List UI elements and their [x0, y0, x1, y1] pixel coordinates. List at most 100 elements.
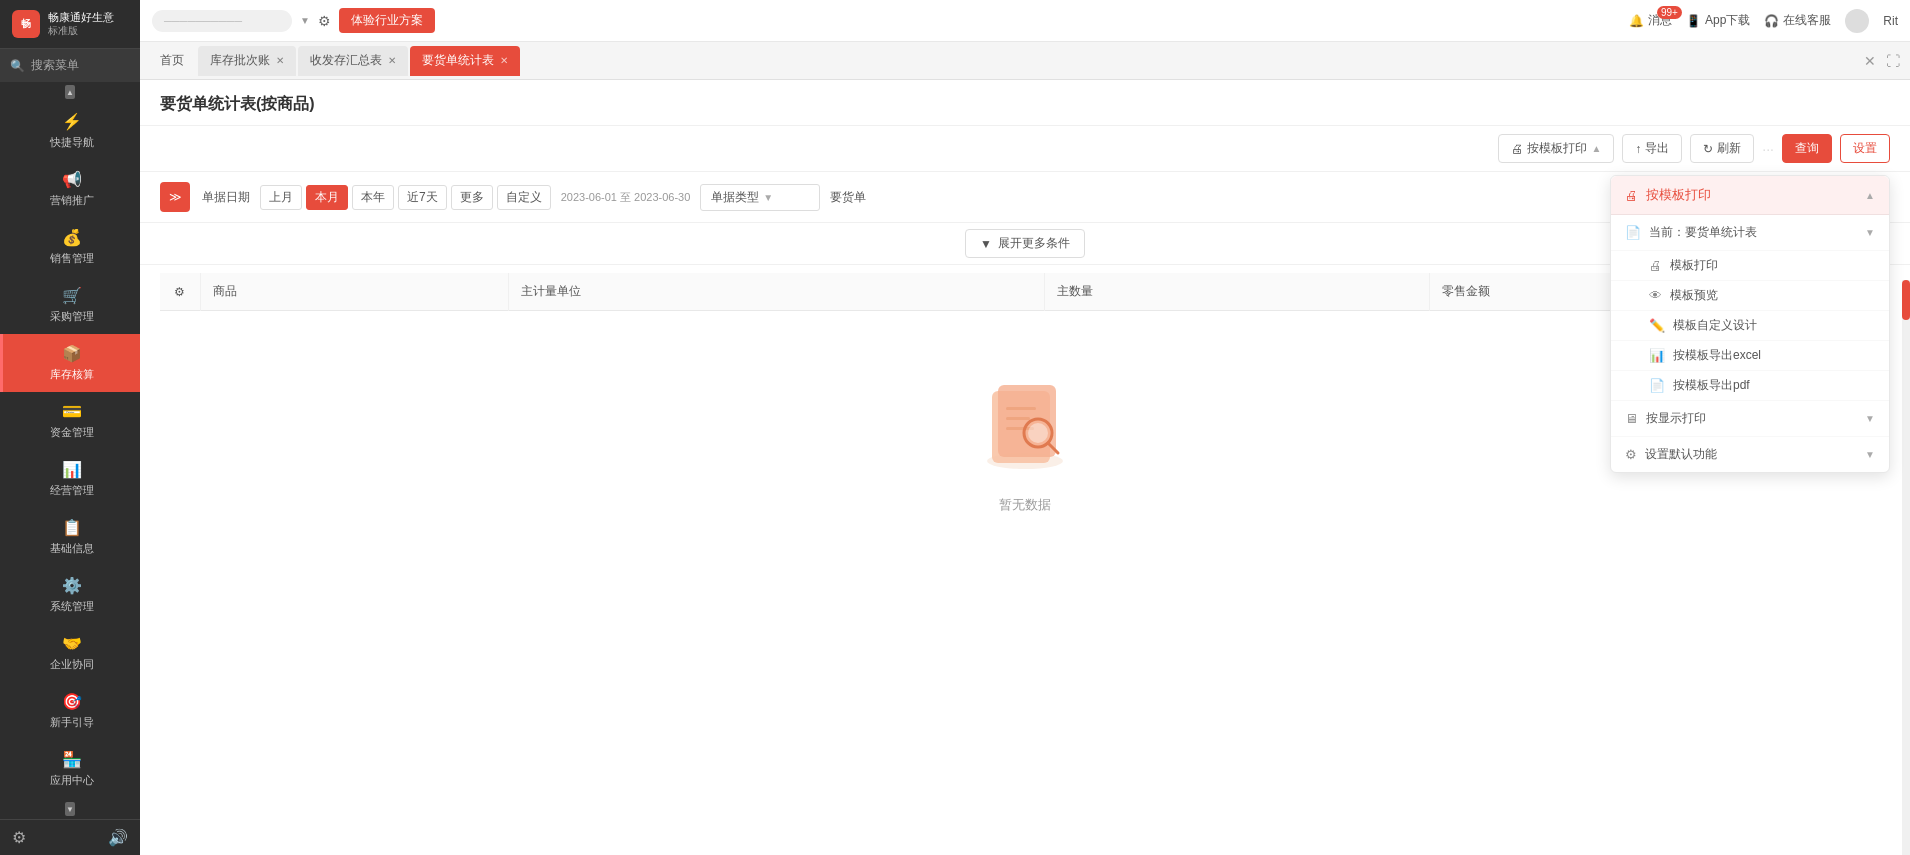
dropdown-template-custom[interactable]: ✏️ 模板自定义设计 — [1611, 311, 1889, 341]
basic-icon: 📋 — [62, 518, 82, 537]
close-window-icon[interactable]: ✕ — [1862, 51, 1878, 71]
collection-summary-close[interactable]: ✕ — [388, 55, 396, 66]
refresh-button[interactable]: ↻ 刷新 — [1690, 134, 1754, 163]
main-area: ────────── ▼ ⚙ 体验行业方案 🔔 消息 99+ 📱 App下载 🎧… — [140, 0, 1910, 855]
date-range-display: 2023-06-01 至 2023-06-30 — [561, 190, 691, 205]
right-scrollbar[interactable] — [1902, 280, 1910, 855]
sidebar-item-purchase[interactable]: 🛒 采购管理 — [0, 276, 140, 334]
app-download-button[interactable]: 📱 App下载 — [1686, 12, 1750, 29]
display-print-item[interactable]: 🖥 按显示打印 ▼ — [1611, 401, 1889, 437]
inventory-batch-label: 库存批次账 — [210, 52, 270, 69]
sidebar-item-system[interactable]: ⚙️ 系统管理 — [0, 566, 140, 624]
trial-button[interactable]: 体验行业方案 — [339, 8, 435, 33]
template-custom-label: 模板自定义设计 — [1673, 317, 1757, 334]
collab-icon: 🤝 — [62, 634, 82, 653]
sidebar-item-guide[interactable]: 🎯 新手引导 — [0, 682, 140, 740]
sidebar-scroll-down[interactable]: ▼ — [65, 802, 75, 816]
display-print-arrow: ▼ — [1865, 413, 1875, 424]
type-filter-select[interactable]: 单据类型 ▼ — [700, 184, 820, 211]
filter-toggle-icon[interactable]: ≫ — [160, 182, 190, 212]
sidebar-item-label: 销售管理 — [50, 251, 94, 266]
sidebar-scroll-up[interactable]: ▲ — [65, 85, 75, 99]
sidebar-item-finance[interactable]: 💳 资金管理 — [0, 392, 140, 450]
sidebar-item-label: 快捷导航 — [50, 135, 94, 150]
sidebar-item-marketing[interactable]: 📢 营销推广 — [0, 160, 140, 218]
date-btn-more[interactable]: 更多 — [451, 185, 493, 210]
topbar-dropdown-chevron[interactable]: ▼ — [300, 15, 310, 26]
sidebar-item-label: 采购管理 — [50, 309, 94, 324]
tab-order-summary[interactable]: 要货单统计表 ✕ — [410, 46, 520, 76]
query-button[interactable]: 查询 — [1782, 134, 1832, 163]
refresh-label: 刷新 — [1717, 140, 1741, 157]
topbar-search-box: ────────── — [152, 10, 292, 32]
tab-home[interactable]: 首页 — [148, 46, 196, 76]
settings-footer-icon[interactable]: ⚙ — [12, 828, 26, 847]
tab-collection-summary[interactable]: 收发存汇总表 ✕ — [298, 46, 408, 76]
dropdown-template-print[interactable]: 🖨 模板打印 — [1611, 251, 1889, 281]
date-btn-last-month[interactable]: 上月 — [260, 185, 302, 210]
current-template-left: 📄 当前：要货单统计表 — [1625, 224, 1757, 241]
current-template-icon: 📄 — [1625, 225, 1641, 240]
dropdown-header-right: ▲ — [1865, 190, 1875, 201]
settings-label: 设置 — [1853, 140, 1877, 157]
user-avatar[interactable] — [1845, 9, 1869, 33]
col-settings[interactable]: ⚙ — [160, 273, 200, 311]
date-btn-this-month[interactable]: 本月 — [306, 185, 348, 210]
scrollbar-thumb[interactable] — [1902, 280, 1910, 320]
date-btn-custom[interactable]: 自定义 — [497, 185, 551, 210]
sidebar-item-quick-nav[interactable]: ⚡ 快捷导航 — [0, 102, 140, 160]
maximize-window-icon[interactable]: ⛶ — [1884, 51, 1902, 71]
sound-footer-icon[interactable]: 🔊 — [108, 828, 128, 847]
sidebar: 畅 畅康通好生意 标准版 🔍 搜索菜单 ▲ ⚡ 快捷导航 📢 营销推广 💰 销售… — [0, 0, 140, 855]
display-print-label: 按显示打印 — [1646, 410, 1706, 427]
dropdown-chevron-icon[interactable]: ▲ — [1865, 190, 1875, 201]
sidebar-item-label: 营销推广 — [50, 193, 94, 208]
current-template-label: 当前：要货单统计表 — [1649, 224, 1757, 241]
page-title: 要货单统计表(按商品) — [160, 95, 315, 112]
inventory-batch-close[interactable]: ✕ — [276, 55, 284, 66]
print-button[interactable]: 🖨 按模板打印 ▲ — [1498, 134, 1614, 163]
dropdown-template-pdf[interactable]: 📄 按模板导出pdf — [1611, 371, 1889, 401]
messages-button[interactable]: 🔔 消息 99+ — [1629, 12, 1672, 29]
export-button[interactable]: ↑ 导出 — [1622, 134, 1682, 163]
page-toolbar: 🖨 按模板打印 ▲ ↑ 导出 ↻ 刷新 ··· 查询 设置 — [140, 126, 1910, 172]
inventory-icon: 📦 — [62, 344, 82, 363]
marketing-icon: 📢 — [62, 170, 82, 189]
template-print-label: 模板打印 — [1670, 257, 1718, 274]
sidebar-item-inventory[interactable]: 📦 库存核算 — [0, 334, 140, 392]
set-default-arrow: ▼ — [1865, 449, 1875, 460]
sidebar-item-collab[interactable]: 🤝 企业协同 — [0, 624, 140, 682]
set-default-icon: ⚙ — [1625, 447, 1637, 462]
expand-more-label: 展开更多条件 — [998, 235, 1070, 252]
set-default-item[interactable]: ⚙ 设置默认功能 ▼ — [1611, 437, 1889, 472]
sidebar-search[interactable]: 🔍 搜索菜单 — [0, 49, 140, 82]
settings-button[interactable]: 设置 — [1840, 134, 1890, 163]
dropdown-template-excel[interactable]: 📊 按模板导出excel — [1611, 341, 1889, 371]
tab-inventory-batch[interactable]: 库存批次账 ✕ — [198, 46, 296, 76]
sidebar-item-sales[interactable]: 💰 销售管理 — [0, 218, 140, 276]
date-btn-7days[interactable]: 近7天 — [398, 185, 447, 210]
dropdown-template-preview[interactable]: 👁 模板预览 — [1611, 281, 1889, 311]
sidebar-item-operation[interactable]: 📊 经营管理 — [0, 450, 140, 508]
order-summary-close[interactable]: ✕ — [500, 55, 508, 66]
printer-icon: 🖨 — [1511, 142, 1523, 156]
service-button[interactable]: 🎧 在线客服 — [1764, 12, 1831, 29]
topbar-gear-icon[interactable]: ⚙ — [318, 13, 331, 29]
dropdown-header: 🖨 按模板打印 ▲ — [1611, 176, 1889, 215]
expand-more-button[interactable]: ▼ 展开更多条件 — [965, 229, 1085, 258]
template-excel-label: 按模板导出excel — [1673, 347, 1761, 364]
template-preview-icon: 👁 — [1649, 288, 1662, 303]
template-excel-icon: 📊 — [1649, 348, 1665, 363]
type-select-arrow: ▼ — [763, 192, 773, 203]
sidebar-item-basic[interactable]: 📋 基础信息 — [0, 508, 140, 566]
topbar-right: 🔔 消息 99+ 📱 App下载 🎧 在线客服 Rit — [1629, 9, 1898, 33]
sidebar-item-apps[interactable]: 🏪 应用中心 — [0, 740, 140, 798]
toolbar-divider: ··· — [1762, 141, 1774, 157]
current-template-item[interactable]: 📄 当前：要货单统计表 ▼ — [1611, 215, 1889, 251]
display-print-icon: 🖥 — [1625, 411, 1638, 426]
collection-summary-label: 收发存汇总表 — [310, 52, 382, 69]
date-btn-this-year[interactable]: 本年 — [352, 185, 394, 210]
goods-filter-label: 要货单 — [830, 189, 866, 206]
col-goods: 商品 — [200, 273, 509, 311]
bell-icon: 🔔 — [1629, 14, 1644, 28]
